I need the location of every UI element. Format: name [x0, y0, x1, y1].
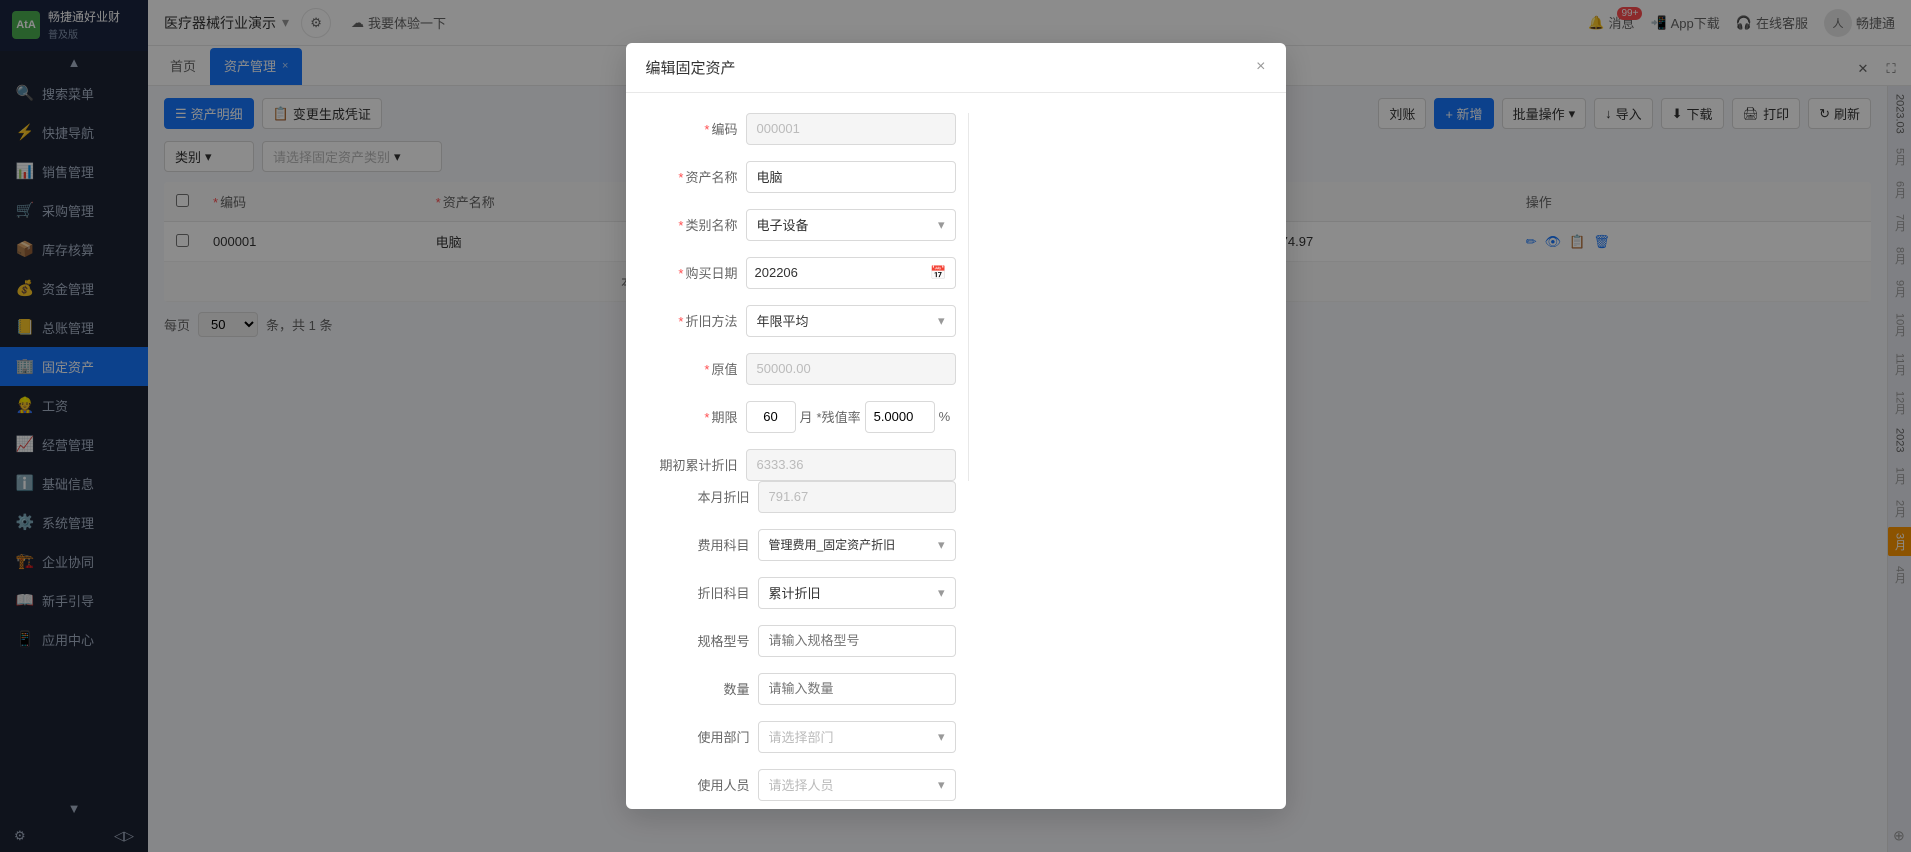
form-item-asset-name: *资产名称: [658, 161, 956, 193]
form-item-original-value: *原值: [658, 353, 956, 385]
form-item-category: *类别名称 电子设备 ▾: [658, 209, 956, 241]
form-item-code: *编码: [658, 113, 956, 145]
dep-method-label: *折旧方法: [658, 311, 738, 330]
expense-dropdown-icon: ▾: [938, 537, 945, 553]
form-item-dep-method: *折旧方法 年限平均 ▾: [658, 305, 956, 337]
monthly-dep-label: 本月折旧: [670, 487, 750, 506]
monthly-dep-input: [758, 481, 956, 513]
initial-dep-input[interactable]: [746, 449, 956, 481]
category-label: *类别名称: [658, 215, 738, 234]
residual-rate-input[interactable]: [865, 401, 935, 433]
dept-select[interactable]: 请选择部门 ▾: [758, 721, 956, 753]
person-dropdown-icon: ▾: [938, 777, 945, 793]
form-item-period: *期限 月 *残值率 %: [658, 401, 956, 433]
purchase-date-input[interactable]: 202206 📅: [746, 257, 956, 289]
purchase-date-label: *购买日期: [658, 263, 738, 282]
category-select[interactable]: 电子设备 ▾: [746, 209, 956, 241]
form-item-monthly-dep: 本月折旧: [670, 481, 956, 513]
form-item-person: 使用人员 请选择人员 ▾: [670, 769, 956, 801]
original-value-input[interactable]: [746, 353, 956, 385]
form-item-purchase-date: *购买日期 202206 📅: [658, 257, 956, 289]
person-label: 使用人员: [670, 775, 750, 794]
asset-name-label: *资产名称: [658, 167, 738, 186]
asset-name-input[interactable]: [746, 161, 956, 193]
spec-input[interactable]: [758, 625, 956, 657]
form-grid: *编码 *资产名称 *类别名称: [646, 113, 1266, 810]
period-unit-label: 月: [800, 407, 813, 426]
original-value-label: *原值: [658, 359, 738, 378]
form-item-quantity: 数量: [670, 673, 956, 705]
modal-overlay: 编辑固定资产 × *编码 *资产名称: [0, 0, 1911, 852]
period-input[interactable]: [746, 401, 796, 433]
modal-header: 编辑固定资产 ×: [626, 43, 1286, 93]
period-row: 月 *残值率 %: [746, 401, 956, 433]
category-dropdown-icon: ▾: [938, 217, 945, 233]
modal-close-btn[interactable]: ×: [1256, 58, 1265, 76]
dep-subject-dropdown-icon: ▾: [938, 585, 945, 601]
dept-label: 使用部门: [670, 727, 750, 746]
calendar-icon: 📅: [930, 265, 946, 281]
expense-subject-label: 费用科目: [670, 535, 750, 554]
dep-method-select[interactable]: 年限平均 ▾: [746, 305, 956, 337]
modal-title: 编辑固定资产: [646, 57, 736, 78]
form-right-col: 本月折旧 费用科目 管理费用_固定资产折旧 ▾: [646, 481, 968, 810]
edit-asset-modal: 编辑固定资产 × *编码 *资产名称: [626, 43, 1286, 810]
form-item-initial-dep: 期初累计折旧: [658, 449, 956, 481]
residual-rate-unit: %: [939, 409, 951, 424]
person-select[interactable]: 请选择人员 ▾: [758, 769, 956, 801]
form-item-dept: 使用部门 请选择部门 ▾: [670, 721, 956, 753]
code-input[interactable]: [746, 113, 956, 145]
form-item-spec: 规格型号: [670, 625, 956, 657]
residual-rate-label: *残值率: [817, 407, 861, 426]
initial-dep-label: 期初累计折旧: [658, 455, 738, 474]
form-divider: [968, 113, 969, 481]
form-left-col: *编码 *资产名称 *类别名称: [646, 113, 968, 481]
quantity-label: 数量: [670, 679, 750, 698]
form-item-expense-subject: 费用科目 管理费用_固定资产折旧 ▾: [670, 529, 956, 561]
expense-subject-select[interactable]: 管理费用_固定资产折旧 ▾: [758, 529, 956, 561]
quantity-input[interactable]: [758, 673, 956, 705]
spec-label: 规格型号: [670, 631, 750, 650]
dep-subject-label: 折旧科目: [670, 583, 750, 602]
dept-dropdown-icon: ▾: [938, 729, 945, 745]
dep-method-dropdown-icon: ▾: [938, 313, 945, 329]
code-label: *编码: [658, 119, 738, 138]
form-item-dep-subject: 折旧科目 累计折旧 ▾: [670, 577, 956, 609]
modal-body: *编码 *资产名称 *类别名称: [626, 93, 1286, 810]
dep-subject-select[interactable]: 累计折旧 ▾: [758, 577, 956, 609]
period-label: *期限: [658, 407, 738, 426]
